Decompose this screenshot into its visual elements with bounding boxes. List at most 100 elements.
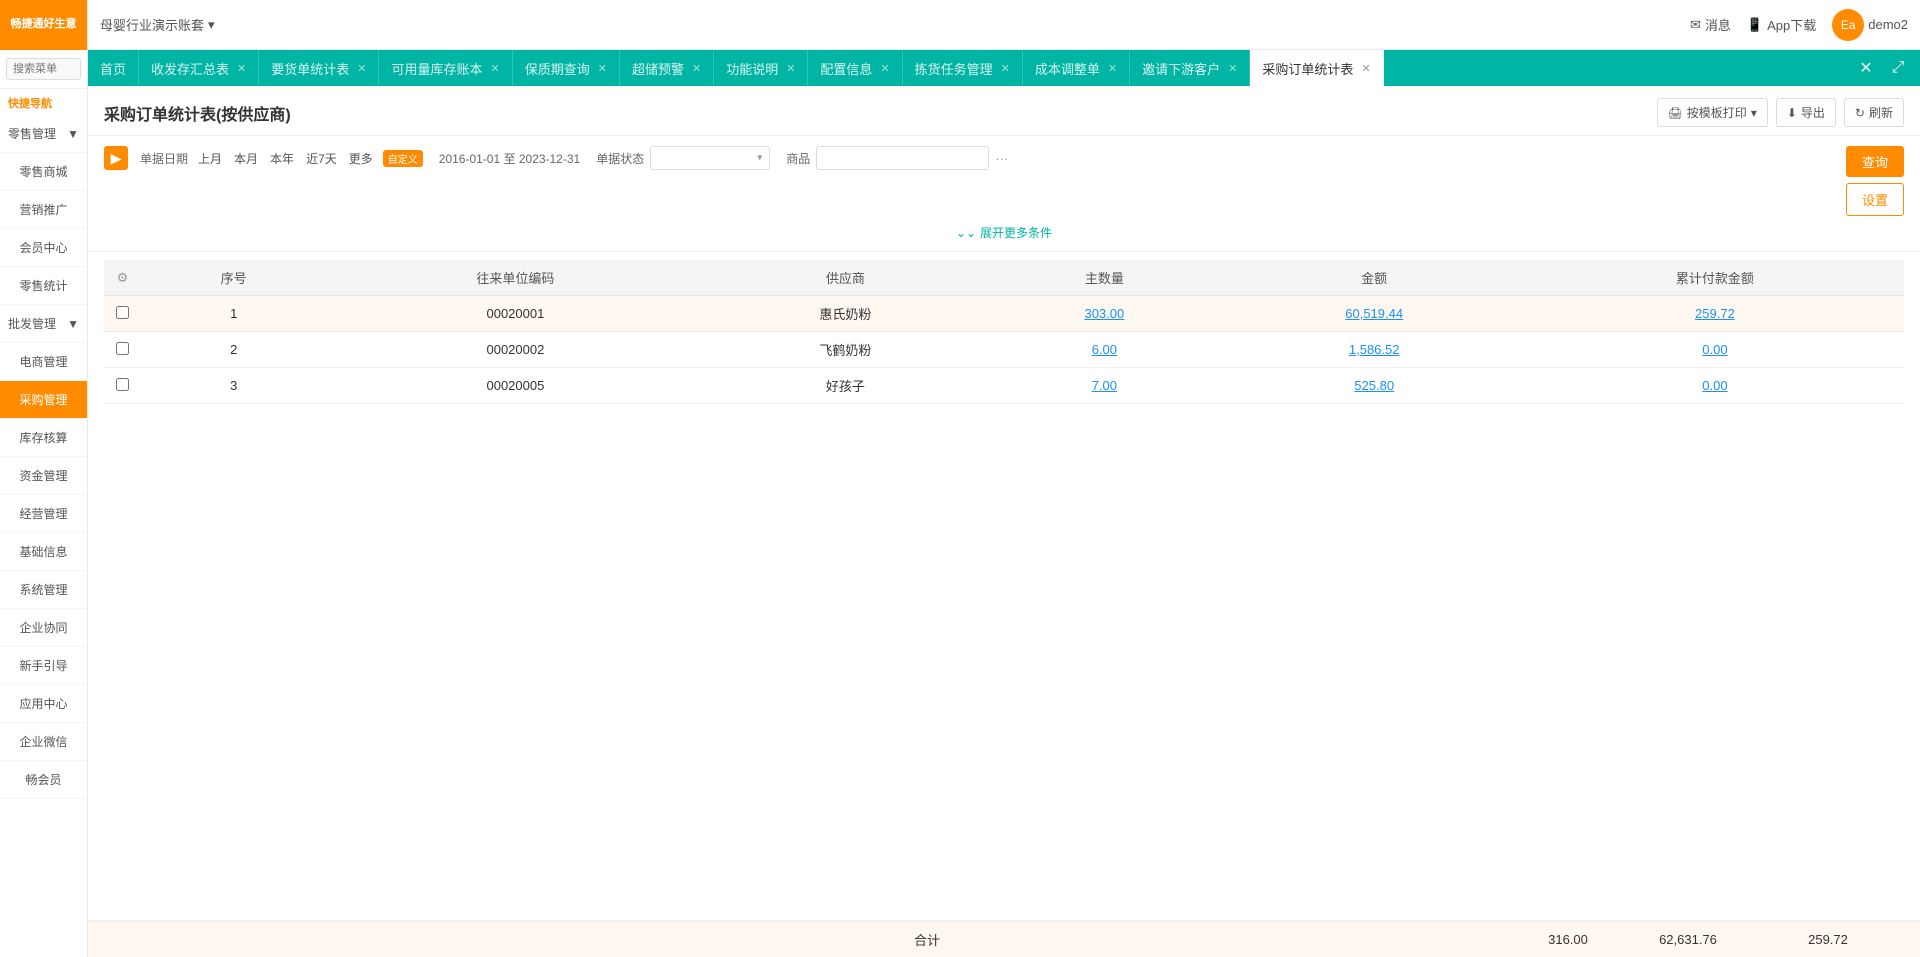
sidebar-item-wechat[interactable]: 企业微信: [0, 723, 87, 761]
template-print-label: 按模板打印: [1687, 104, 1747, 121]
tab-function-desc[interactable]: 功能说明 ✕: [714, 50, 808, 86]
sidebar-item-retail-shop[interactable]: 零售商城: [0, 153, 87, 191]
search-input[interactable]: [6, 58, 81, 80]
tab-home[interactable]: 首页: [88, 50, 139, 86]
tab-label: 功能说明: [726, 59, 778, 78]
expand-more-btn[interactable]: ⌄⌄ 展开更多条件: [104, 224, 1904, 241]
sidebar-item-basics[interactable]: 基础信息: [0, 533, 87, 571]
close-tab-btn[interactable]: ✕: [1852, 54, 1880, 82]
tab-receive-summary[interactable]: 收发存汇总表 ✕: [139, 50, 259, 86]
tab-close-icon[interactable]: ✕: [880, 62, 889, 75]
sidebar-item-wholesale[interactable]: 批发管理 ▼: [0, 305, 87, 343]
cell-amount[interactable]: 1,586.52: [1223, 332, 1526, 368]
tab-close-icon[interactable]: ✕: [1001, 62, 1010, 75]
sidebar-item-ecommerce[interactable]: 电商管理: [0, 343, 87, 381]
goods-filter-group: 商品 ···: [786, 146, 1008, 170]
cell-checkbox[interactable]: [104, 368, 141, 404]
tab-close-icon[interactable]: ✕: [786, 62, 795, 75]
th-unit-code: 往来单位编码: [326, 260, 704, 296]
tab-close-icon[interactable]: ✕: [237, 62, 246, 75]
more-options-icon[interactable]: ···: [995, 151, 1008, 166]
data-table: ⚙ 序号 往来单位编码 供应商 主数量 金额 累计付款金额 1 00020001: [104, 260, 1904, 404]
cell-paid[interactable]: 259.72: [1526, 296, 1904, 332]
tab-close-icon[interactable]: ✕: [1108, 62, 1117, 75]
tab-close-icon[interactable]: ✕: [491, 62, 500, 75]
maximize-btn[interactable]: ⤢: [1884, 54, 1912, 82]
tab-close-icon[interactable]: ✕: [1228, 62, 1237, 75]
status-select[interactable]: [650, 146, 770, 170]
cell-checkbox[interactable]: [104, 296, 141, 332]
th-supplier: 供应商: [704, 260, 986, 296]
shortcut-more[interactable]: 更多: [345, 148, 377, 169]
sidebar-item-vip[interactable]: 畅会员: [0, 761, 87, 799]
workspace-name: 母婴行业演示账套: [100, 15, 204, 34]
phone-icon: 📱: [1747, 17, 1763, 33]
cell-qty[interactable]: 6.00: [986, 332, 1222, 368]
cell-checkbox[interactable]: [104, 332, 141, 368]
sidebar-item-apps[interactable]: 应用中心: [0, 685, 87, 723]
tab-close-icon[interactable]: ✕: [598, 62, 607, 75]
expand-arrow-btn[interactable]: ▶: [104, 146, 128, 170]
row-checkbox[interactable]: [116, 342, 129, 355]
goods-filter-label: 商品: [786, 150, 810, 167]
sidebar-item-enterprise[interactable]: 企业协同: [0, 609, 87, 647]
tab-config[interactable]: 配置信息 ✕: [808, 50, 902, 86]
chevron-down-icon: ▾: [208, 17, 215, 33]
tab-purchase-summary[interactable]: 采购订单统计表 ✕: [1250, 50, 1383, 86]
shortcut-this-month[interactable]: 本月: [230, 148, 262, 169]
export-btn[interactable]: ⬇ 导出: [1776, 98, 1836, 127]
template-print-btn[interactable]: 🖨 按模板打印 ▾: [1657, 98, 1768, 127]
tab-invite-downstream[interactable]: 邀请下游客户 ✕: [1130, 50, 1250, 86]
cell-paid[interactable]: 0.00: [1526, 368, 1904, 404]
sidebar-item-retail-stats[interactable]: 零售统计: [0, 267, 87, 305]
sidebar-item-guide[interactable]: 新手引导: [0, 647, 87, 685]
cell-qty[interactable]: 303.00: [986, 296, 1222, 332]
user-profile[interactable]: Ea demo2: [1832, 9, 1908, 41]
sidebar-item-retail[interactable]: 零售管理 ▼: [0, 115, 87, 153]
sidebar-item-members[interactable]: 会员中心: [0, 229, 87, 267]
cell-paid[interactable]: 0.00: [1526, 332, 1904, 368]
sidebar-item-ops[interactable]: 经营管理: [0, 495, 87, 533]
shortcut-this-year[interactable]: 本年: [266, 148, 298, 169]
date-range-text: 2016-01-01 至 2023-12-31: [439, 150, 580, 167]
tab-overstock[interactable]: 超储预警 ✕: [620, 50, 714, 86]
tab-available-stock[interactable]: 可用量库存账本 ✕: [379, 50, 512, 86]
tab-pick-task[interactable]: 拣货任务管理 ✕: [903, 50, 1023, 86]
shortcut-7days[interactable]: 近7天: [302, 148, 341, 169]
shortcut-last-month[interactable]: 上月: [194, 148, 226, 169]
cell-amount[interactable]: 60,519.44: [1223, 296, 1526, 332]
row-checkbox[interactable]: [116, 378, 129, 391]
th-no: 序号: [141, 260, 326, 296]
nav-label[interactable]: 快捷导航: [0, 89, 87, 115]
tab-close-icon[interactable]: ✕: [1361, 62, 1370, 75]
sidebar-item-marketing[interactable]: 营销推广: [0, 191, 87, 229]
app-download-btn[interactable]: 📱 App下载: [1747, 15, 1816, 34]
row-checkbox[interactable]: [116, 306, 129, 319]
gear-icon[interactable]: ⚙: [117, 270, 129, 285]
tab-close-icon[interactable]: ✕: [357, 62, 366, 75]
tab-validity[interactable]: 保质期查询 ✕: [513, 50, 620, 86]
query-btn[interactable]: 查询: [1846, 146, 1904, 177]
filter-left: 单据日期 上月 本月 本年 近7天 更多 自定义: [140, 146, 1834, 170]
status-filter-label: 单据状态: [596, 150, 644, 167]
tab-cost-adjust[interactable]: 成本调整单 ✕: [1023, 50, 1130, 86]
page-actions: 🖨 按模板打印 ▾ ⬇ 导出 ↻ 刷新: [1657, 98, 1904, 127]
app-download-label: App下载: [1767, 15, 1816, 34]
sidebar-item-finance[interactable]: 资金管理: [0, 457, 87, 495]
goods-input[interactable]: [816, 146, 989, 170]
th-setting[interactable]: ⚙: [104, 260, 141, 296]
sidebar-item-system[interactable]: 系统管理: [0, 571, 87, 609]
settings-btn[interactable]: 设置: [1846, 183, 1904, 216]
sidebar-item-stock[interactable]: 库存核算: [0, 419, 87, 457]
sidebar-search-area: [0, 50, 87, 89]
cell-amount[interactable]: 525.80: [1223, 368, 1526, 404]
tab-close-icon[interactable]: ✕: [692, 62, 701, 75]
table-row: 2 00020002 飞鹤奶粉 6.00 1,586.52 0.00: [104, 332, 1904, 368]
sidebar-item-purchase[interactable]: 采购管理: [0, 381, 87, 419]
refresh-btn[interactable]: ↻ 刷新: [1844, 98, 1904, 127]
tab-goods-summary[interactable]: 要货单统计表 ✕: [259, 50, 379, 86]
table-area: ⚙ 序号 往来单位编码 供应商 主数量 金额 累计付款金额 1 00020001: [88, 252, 1920, 920]
cell-qty[interactable]: 7.00: [986, 368, 1222, 404]
message-btn[interactable]: ✉ 消息: [1690, 15, 1731, 34]
workspace-selector[interactable]: 母婴行业演示账套 ▾: [100, 15, 215, 34]
